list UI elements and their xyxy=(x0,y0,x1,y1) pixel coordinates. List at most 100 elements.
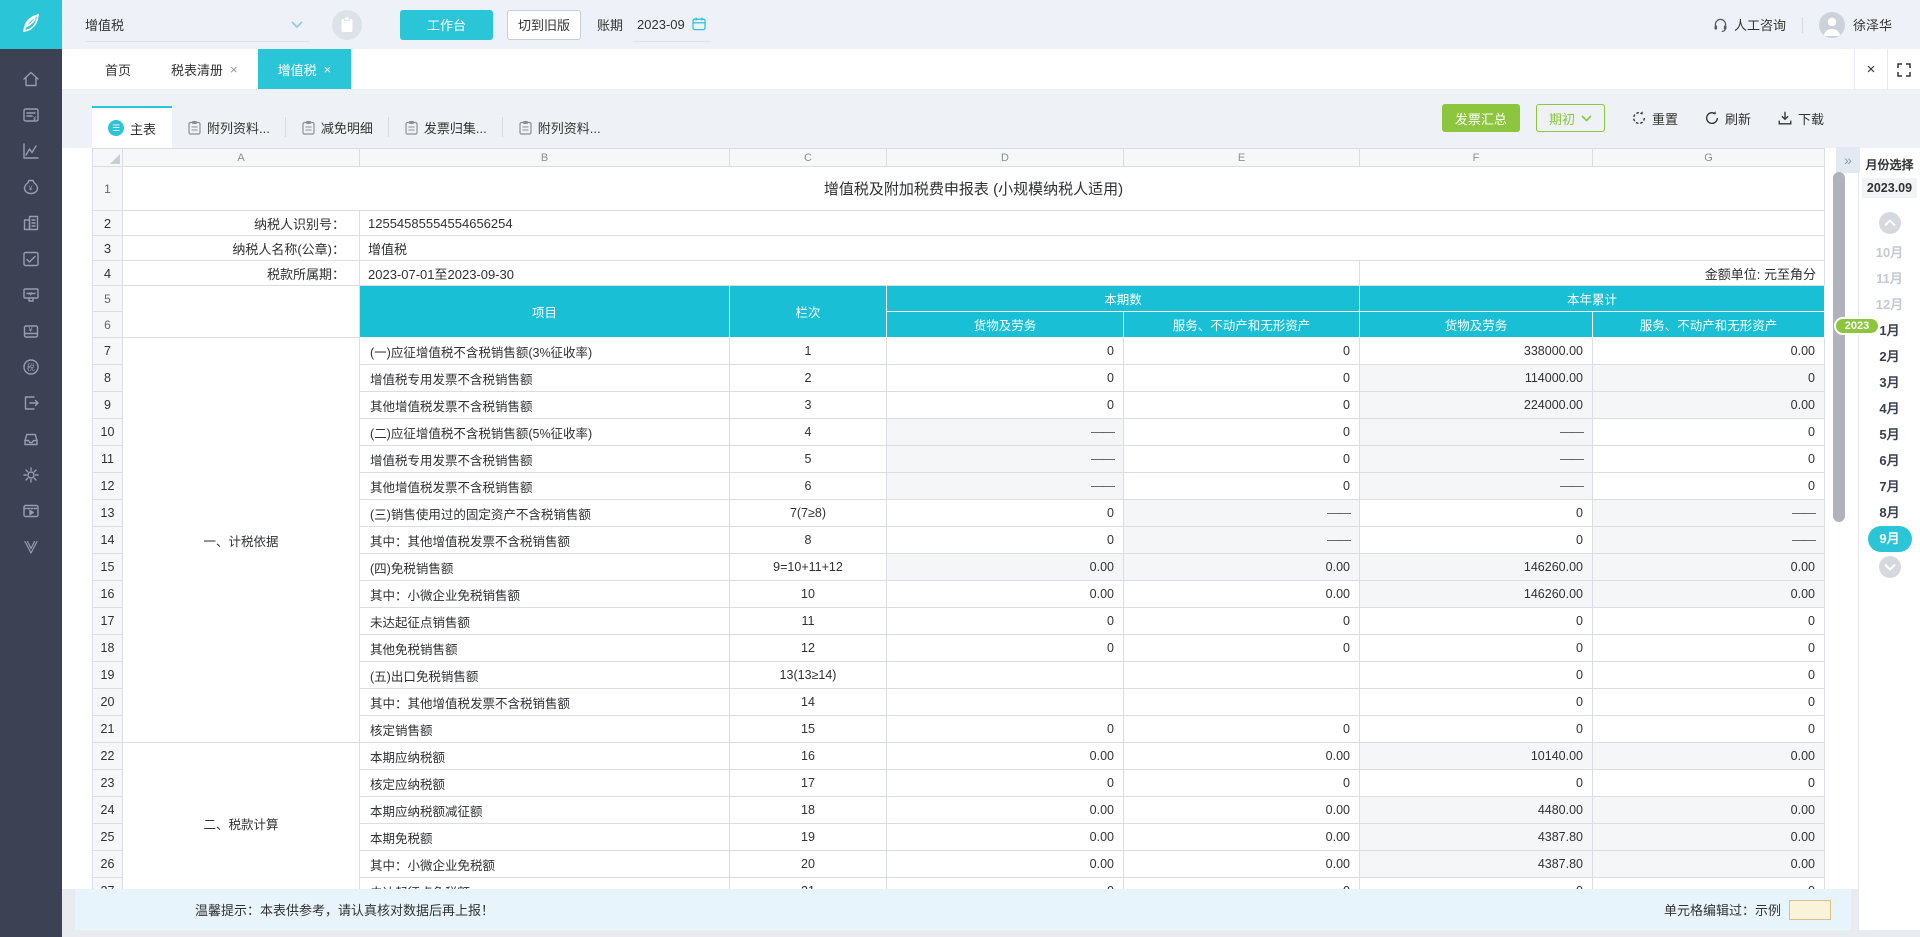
cell-item[interactable]: 其他免税销售额 xyxy=(359,634,730,662)
cell-value[interactable]: 0 xyxy=(1592,634,1825,662)
cell-value[interactable]: 146260.00 xyxy=(1359,553,1593,581)
cell-value[interactable]: 0 xyxy=(1123,769,1360,797)
cell-value[interactable]: 0.00 xyxy=(886,823,1124,851)
tab-close-icon[interactable]: × xyxy=(324,62,332,77)
month-item-5月[interactable]: 5月 xyxy=(1859,422,1920,448)
cell-col[interactable]: 10 xyxy=(729,580,887,608)
collapse-panel-button[interactable]: » xyxy=(1836,147,1860,173)
cell-value[interactable]: 4387.80 xyxy=(1359,850,1593,878)
cell-value[interactable]: —— xyxy=(1123,526,1360,554)
report-type-dropdown[interactable]: 增值税 xyxy=(85,8,310,42)
cell-value[interactable]: —— xyxy=(886,445,1124,473)
cell-value[interactable]: 0 xyxy=(886,607,1124,635)
cell-value[interactable]: 0 xyxy=(1359,715,1593,743)
cell-value[interactable]: 0 xyxy=(1123,607,1360,635)
cell-item[interactable]: 本期应纳税额 xyxy=(359,742,730,770)
cell-value[interactable]: 0.00 xyxy=(886,742,1124,770)
month-item-6月[interactable]: 6月 xyxy=(1859,448,1920,474)
period-picker[interactable]: 2023-09 xyxy=(633,8,711,42)
invoice-summary-button[interactable]: 发票汇总 xyxy=(1441,104,1520,132)
cell-col[interactable]: 16 xyxy=(729,742,887,770)
cell-item[interactable]: 其中：其他增值税发票不含税销售额 xyxy=(359,526,730,554)
cell-col[interactable]: 20 xyxy=(729,850,887,878)
video-icon[interactable] xyxy=(13,493,49,529)
cell-value[interactable]: 0 xyxy=(1359,688,1593,716)
cell-col[interactable]: 21 xyxy=(729,877,887,889)
cell-col[interactable]: 19 xyxy=(729,823,887,851)
cell-item[interactable]: (一)应征增值税不含税销售额(3%征收率) xyxy=(359,337,730,365)
cell-value[interactable]: —— xyxy=(1359,472,1593,500)
cell-value[interactable]: 0 xyxy=(1123,715,1360,743)
cell-value[interactable]: 0 xyxy=(1592,769,1825,797)
cell-value[interactable]: 0.00 xyxy=(1123,796,1360,824)
cell-col[interactable]: 3 xyxy=(729,391,887,419)
cell-value[interactable] xyxy=(1123,661,1360,689)
cell-item[interactable]: 未达起征点免税额 xyxy=(359,877,730,889)
company-icon[interactable] xyxy=(13,205,49,241)
month-item-2月[interactable]: 2月 xyxy=(1859,344,1920,370)
cell-value[interactable]: —— xyxy=(1592,499,1825,527)
user-avatar[interactable] xyxy=(1818,11,1845,38)
cell-col[interactable]: 12 xyxy=(729,634,887,662)
cell-value[interactable]: 0 xyxy=(886,499,1124,527)
cell-value[interactable]: 338000.00 xyxy=(1359,337,1593,365)
cell-value[interactable]: 0.00 xyxy=(1123,823,1360,851)
cell-col[interactable]: 18 xyxy=(729,796,887,824)
cell-item[interactable]: 其中：小微企业免税销售额 xyxy=(359,580,730,608)
cell-value[interactable]: 0 xyxy=(886,391,1124,419)
cell-value[interactable] xyxy=(1123,688,1360,716)
cashier-icon[interactable]: ¥ xyxy=(13,277,49,313)
subtab-4[interactable]: 附列资料... xyxy=(503,106,617,148)
cell-value[interactable]: 114000.00 xyxy=(1359,364,1593,392)
cell-item[interactable]: 其中：其他增值税发票不含税销售额 xyxy=(359,688,730,716)
cell-value[interactable]: 0.00 xyxy=(1592,553,1825,581)
cell-col[interactable]: 13(13≥14) xyxy=(729,661,887,689)
cell-item[interactable]: 其他增值税发票不含税销售额 xyxy=(359,391,730,419)
month-item-8月[interactable]: 8月 xyxy=(1859,500,1920,526)
v-logo-icon[interactable] xyxy=(13,529,49,565)
month-item-10月[interactable]: 10月 xyxy=(1859,240,1920,266)
scroll-up-button[interactable] xyxy=(1878,212,1901,234)
cell-item[interactable]: (五)出口免税销售额 xyxy=(359,661,730,689)
cell-col[interactable]: 8 xyxy=(729,526,887,554)
cell-item[interactable]: (三)销售使用过的固定资产不含税销售额 xyxy=(359,499,730,527)
subtab-3[interactable]: 发票归集... xyxy=(389,106,503,148)
cell-value[interactable]: 0 xyxy=(1123,337,1360,365)
reset-button[interactable]: 重置 xyxy=(1631,109,1678,128)
subtab-1[interactable]: 附列资料... xyxy=(172,106,286,148)
cell-value[interactable]: 0 xyxy=(886,337,1124,365)
cell-value[interactable]: 0 xyxy=(886,634,1124,662)
cell-value[interactable]: 0 xyxy=(1123,391,1360,419)
cell-col[interactable]: 11 xyxy=(729,607,887,635)
cell-value[interactable]: —— xyxy=(886,418,1124,446)
cell-item[interactable]: 本期应纳税额减征额 xyxy=(359,796,730,824)
cell-item[interactable]: 未达起征点销售额 xyxy=(359,607,730,635)
cell-value[interactable]: 0.00 xyxy=(886,580,1124,608)
invoice-icon[interactable]: ¥ xyxy=(13,97,49,133)
cell-item[interactable]: 核定销售额 xyxy=(359,715,730,743)
fullscreen-icon[interactable] xyxy=(1887,49,1920,90)
cell-value[interactable]: 0 xyxy=(1123,445,1360,473)
month-item-12月[interactable]: 12月 xyxy=(1859,292,1920,318)
cell-value[interactable]: 0 xyxy=(1123,418,1360,446)
live-support-button[interactable]: 人工咨询 xyxy=(1712,15,1786,34)
cell-value[interactable]: 0 xyxy=(1359,634,1593,662)
switch-old-version-button[interactable]: 切到旧版 xyxy=(507,9,582,40)
taxpayer-id-value[interactable]: 12554585554554656254 xyxy=(359,210,1825,236)
cell-item[interactable]: 本期免税额 xyxy=(359,823,730,851)
cell-value[interactable]: 0.00 xyxy=(1592,391,1825,419)
cell-value[interactable]: 0.00 xyxy=(1592,796,1825,824)
cell-value[interactable]: —— xyxy=(1592,526,1825,554)
cell-value[interactable]: 0 xyxy=(1359,661,1593,689)
cell-value[interactable]: 0 xyxy=(1592,688,1825,716)
tab-首页[interactable]: 首页 xyxy=(85,49,151,89)
cell-value[interactable] xyxy=(886,661,1124,689)
subtab-2[interactable]: 减免明细 xyxy=(286,106,389,148)
cell-value[interactable]: 0.00 xyxy=(886,850,1124,878)
tax-icon[interactable]: 税 xyxy=(13,349,49,385)
cell-value[interactable]: 0.00 xyxy=(1592,742,1825,770)
cell-value[interactable]: 0 xyxy=(886,877,1124,889)
export-icon[interactable] xyxy=(13,385,49,421)
cell-value[interactable] xyxy=(886,688,1124,716)
bank-icon[interactable]: ¥ xyxy=(13,313,49,349)
